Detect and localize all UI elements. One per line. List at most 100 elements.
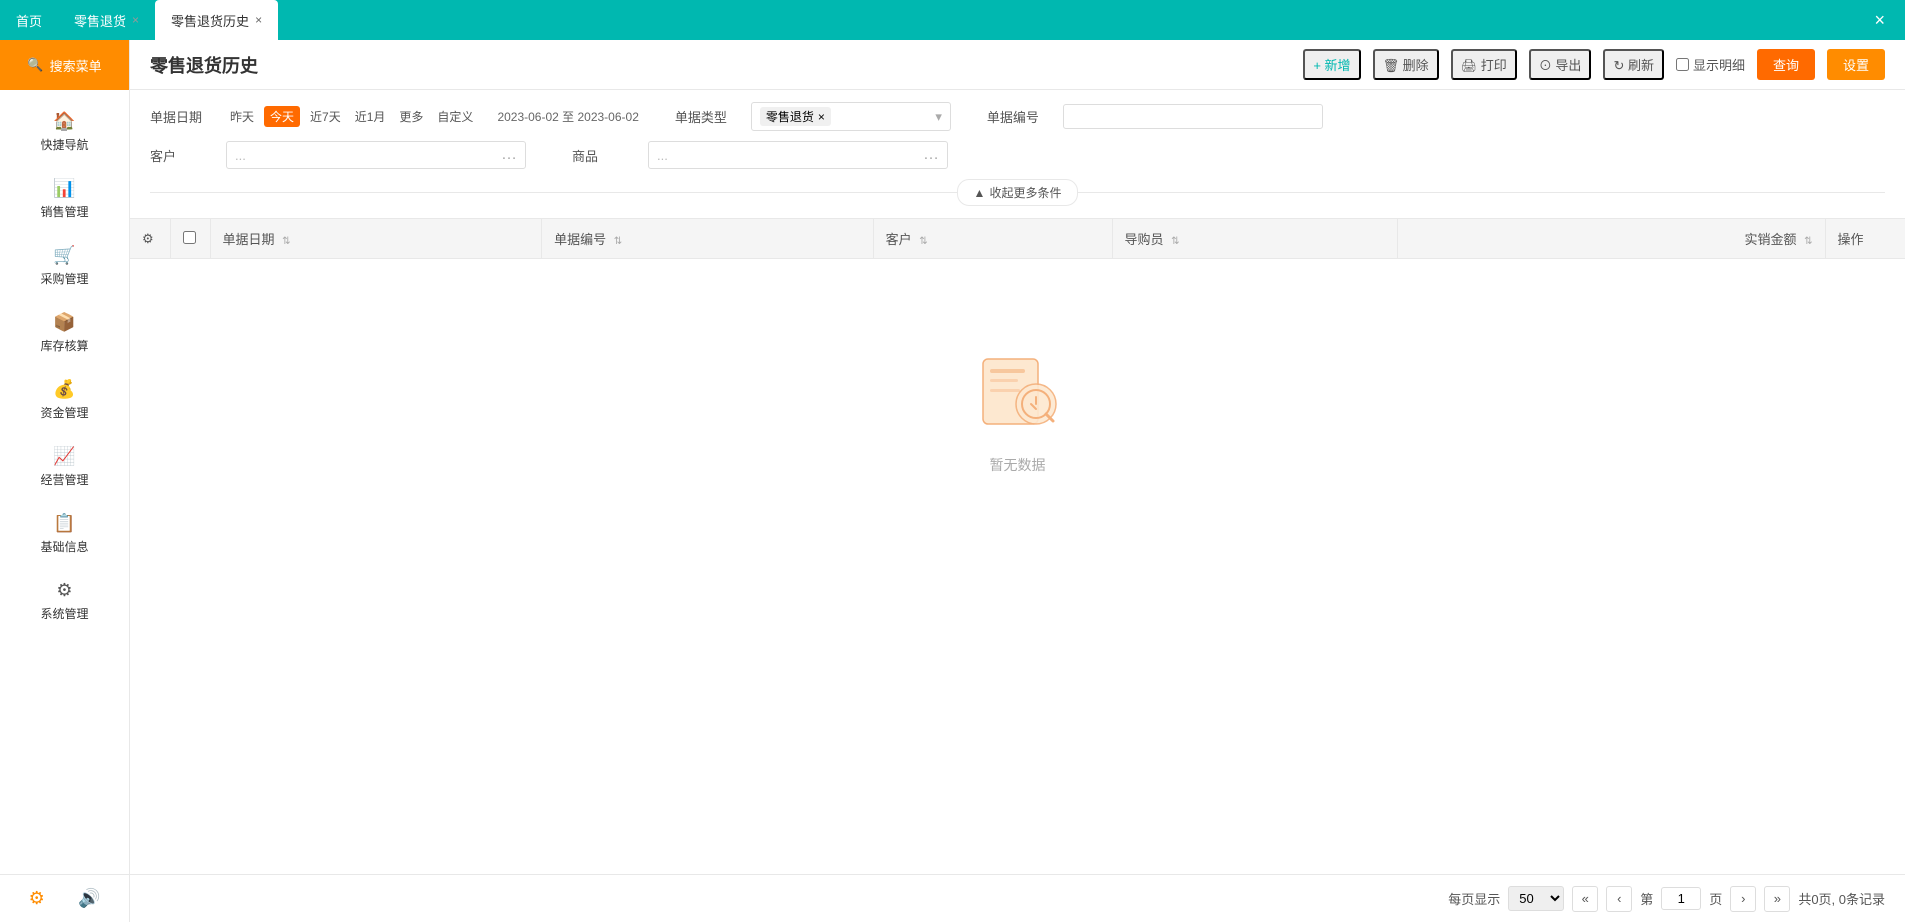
top-tab-bar: 首页 零售退货 × 零售退货历史 × × — [0, 0, 1905, 40]
total-label: 共0页, 0条记录 — [1798, 889, 1885, 908]
sidebar-item-basic-info[interactable]: 📋 基础信息 — [0, 500, 129, 567]
id-filter-label: 单据编号 — [987, 107, 1047, 126]
chevron-up-icon: ▲ — [974, 186, 986, 200]
last-page-button[interactable]: » — [1764, 886, 1790, 912]
print-button[interactable]: 🖨 打印 — [1451, 49, 1517, 80]
show-detail-checkbox[interactable] — [1676, 58, 1689, 71]
settings-icon[interactable]: ⚙ — [142, 231, 154, 246]
type-tag-close[interactable]: × — [818, 110, 825, 124]
prev-page-button[interactable]: ‹ — [1606, 886, 1632, 912]
goods-ellipsis-icon[interactable]: … — [923, 146, 939, 164]
page-size-label: 每页显示 — [1448, 889, 1500, 908]
th-checkbox[interactable] — [170, 219, 210, 259]
empty-state: 暂无数据 — [130, 259, 1905, 555]
chevron-down-icon: ▾ — [935, 109, 942, 125]
purchase-icon: 🛒 — [54, 244, 76, 266]
customer-placeholder: ... — [235, 148, 497, 163]
settings-button[interactable]: 设置 — [1827, 49, 1885, 80]
sidebar-item-label-inventory: 库存核算 — [40, 337, 88, 354]
sales-icon: 📊 — [54, 177, 76, 199]
close-tab-retail-return-history[interactable]: × — [255, 13, 262, 27]
sidebar-item-sales[interactable]: 📊 销售管理 — [0, 165, 129, 232]
select-all-checkbox[interactable] — [183, 231, 196, 244]
collapse-button[interactable]: ▲ 收起更多条件 — [957, 179, 1079, 206]
new-button[interactable]: + 新增 — [1303, 49, 1360, 80]
sidebar-item-quick-nav[interactable]: 🏠 快捷导航 — [0, 98, 129, 165]
date-btn-7days[interactable]: 近7天 — [306, 106, 345, 127]
th-id[interactable]: 单据编号 ⇅ — [542, 219, 874, 259]
page-label: 页 — [1709, 889, 1722, 908]
sidebar-item-label-basic-info: 基础信息 — [40, 538, 88, 555]
sort-id-icon: ⇅ — [614, 236, 622, 247]
customer-filter-select[interactable]: ... … — [226, 141, 526, 169]
tab-retail-return-history[interactable]: 零售退货历史 × — [155, 0, 278, 40]
date-btn-more[interactable]: 更多 — [395, 106, 427, 127]
sidebar-item-label-purchase: 采购管理 — [40, 270, 88, 287]
page-size-select[interactable]: 10 20 50 100 — [1508, 886, 1564, 911]
search-icon: 🔍 — [27, 57, 43, 73]
basic-info-icon: 📋 — [54, 512, 76, 534]
sidebar-item-inventory[interactable]: 📦 库存核算 — [0, 299, 129, 366]
table-area: ⚙ 单据日期 ⇅ 单据编号 ⇅ — [130, 219, 1905, 874]
type-tag: 零售退货 × — [760, 107, 831, 126]
sidebar: 🔍 搜索菜单 🏠 快捷导航 📊 销售管理 🛒 采购管理 📦 库存核算 💰 — [0, 40, 130, 922]
query-button[interactable]: 查询 — [1757, 49, 1815, 80]
empty-text: 暂无数据 — [990, 455, 1046, 475]
th-customer[interactable]: 客户 ⇅ — [873, 219, 1112, 259]
empty-state-cell: 暂无数据 — [130, 259, 1905, 556]
th-actions: 操作 — [1825, 219, 1905, 259]
type-filter-select[interactable]: 零售退货 × ▾ — [751, 102, 951, 131]
sort-customer-icon: ⇅ — [919, 236, 927, 247]
date-btn-today[interactable]: 今天 — [264, 106, 300, 127]
th-guide[interactable]: 导购员 ⇅ — [1112, 219, 1397, 259]
th-date[interactable]: 单据日期 ⇅ — [210, 219, 542, 259]
home-icon: 🏠 — [54, 110, 76, 132]
pagination-bar: 每页显示 10 20 50 100 « ‹ 第 页 › » 共0页, 0条记录 — [130, 874, 1905, 922]
date-btn-custom[interactable]: 自定义 — [433, 106, 477, 127]
sidebar-search[interactable]: 🔍 搜索菜单 — [0, 40, 129, 90]
sidebar-item-management[interactable]: 📈 经营管理 — [0, 433, 129, 500]
customer-ellipsis-icon[interactable]: … — [501, 146, 517, 164]
sidebar-item-system[interactable]: ⚙ 系统管理 — [0, 567, 129, 634]
page-label-pre: 第 — [1640, 889, 1653, 908]
th-amount[interactable]: 实销金额 ⇅ — [1397, 219, 1825, 259]
sort-guide-icon: ⇅ — [1171, 236, 1179, 247]
tab-retail-return[interactable]: 零售退货 × — [58, 0, 155, 40]
main-layout: 🔍 搜索菜单 🏠 快捷导航 📊 销售管理 🛒 采购管理 📦 库存核算 💰 — [0, 40, 1905, 922]
sidebar-item-label-quick-nav: 快捷导航 — [40, 136, 88, 153]
sidebar-bottom: ⚙ 🔊 — [0, 874, 129, 922]
date-btn-1month[interactable]: 近1月 — [351, 106, 390, 127]
empty-illustration — [968, 339, 1068, 439]
id-filter-input[interactable] — [1063, 104, 1323, 129]
date-filter-label: 单据日期 — [150, 107, 210, 126]
filter-row-2: 客户 ... … 商品 ... … — [150, 141, 1885, 169]
management-icon: 📈 — [54, 445, 76, 467]
delete-button[interactable]: 🗑 删除 — [1373, 49, 1439, 80]
goods-filter-select[interactable]: ... … — [648, 141, 948, 169]
show-detail-checkbox-label[interactable]: 显示明细 — [1676, 55, 1745, 74]
close-window-button[interactable]: × — [1866, 10, 1893, 31]
date-shortcuts: 昨天 今天 近7天 近1月 更多 自定义 — [226, 106, 477, 127]
tab-home[interactable]: 首页 — [0, 0, 58, 40]
system-icon: ⚙ — [54, 579, 76, 601]
th-settings[interactable]: ⚙ — [130, 219, 170, 259]
close-tab-retail-return[interactable]: × — [132, 13, 139, 27]
sidebar-nav: 🏠 快捷导航 📊 销售管理 🛒 采购管理 📦 库存核算 💰 资金管理 📈 — [0, 90, 129, 874]
first-page-button[interactable]: « — [1572, 886, 1598, 912]
export-button[interactable]: ⊙ 导出 — [1529, 49, 1592, 80]
next-page-button[interactable]: › — [1730, 886, 1756, 912]
volume-icon[interactable]: 🔊 — [78, 888, 100, 909]
sort-date-icon: ⇅ — [282, 236, 290, 247]
refresh-button[interactable]: ↻ 刷新 — [1603, 49, 1664, 80]
sidebar-item-purchase[interactable]: 🛒 采购管理 — [0, 232, 129, 299]
inventory-icon: 📦 — [54, 311, 76, 333]
header-actions: + 新增 🗑 删除 🖨 打印 ⊙ 导出 ↻ 刷新 显示明细 查询 设置 — [1303, 49, 1885, 80]
sidebar-search-label: 搜索菜单 — [50, 56, 102, 75]
settings-bottom-icon[interactable]: ⚙ — [29, 888, 45, 909]
date-btn-yesterday[interactable]: 昨天 — [226, 106, 258, 127]
current-page-input[interactable] — [1661, 887, 1701, 910]
content-area: 零售退货历史 + 新增 🗑 删除 🖨 打印 ⊙ 导出 ↻ 刷新 显示明细 查询 … — [130, 40, 1905, 922]
finance-icon: 💰 — [54, 378, 76, 400]
sidebar-item-label-sales: 销售管理 — [40, 203, 88, 220]
sidebar-item-finance[interactable]: 💰 资金管理 — [0, 366, 129, 433]
